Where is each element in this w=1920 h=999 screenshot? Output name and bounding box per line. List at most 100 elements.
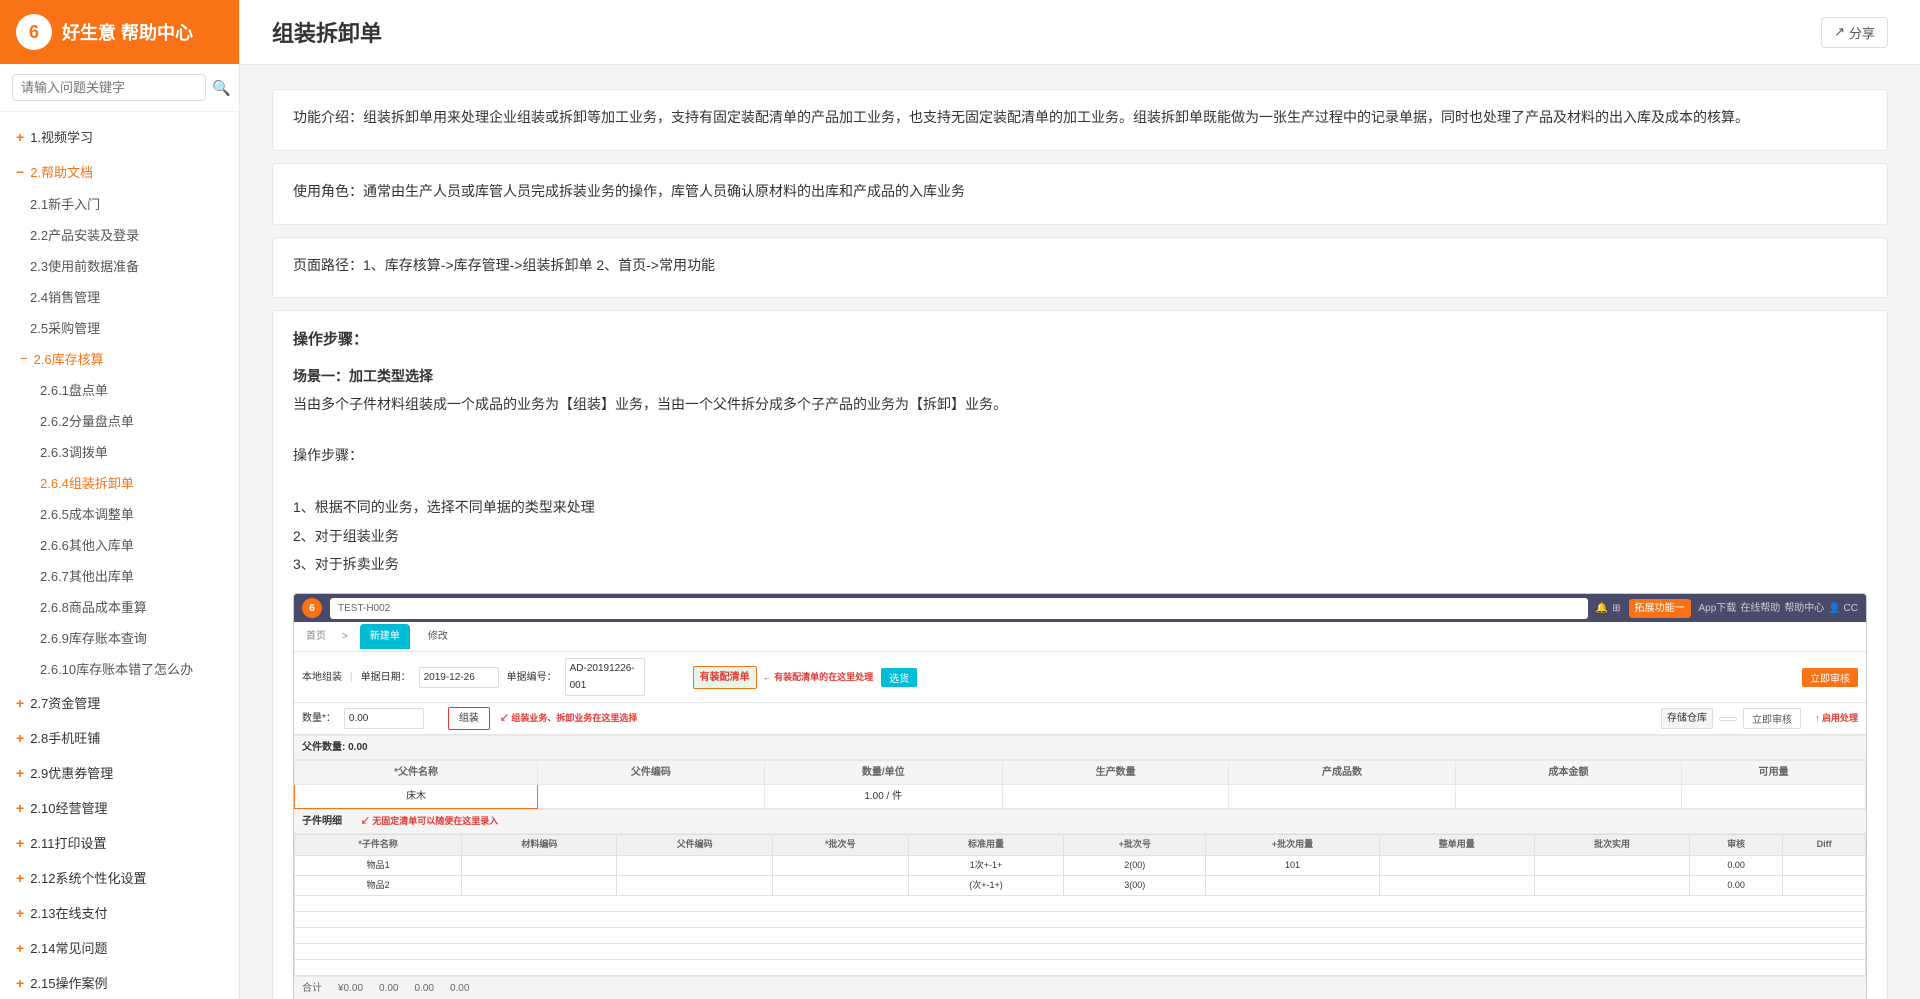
nav-section-print-header[interactable]: + 2.11打印设置 (0, 826, 239, 859)
plus-icon-settings: + (16, 870, 24, 886)
nav-section-cases-label: 2.15操作案例 (30, 973, 107, 992)
nav-section-mobile-header[interactable]: + 2.8手机旺铺 (0, 721, 239, 754)
share-button[interactable]: ↗ 分享 (1821, 17, 1888, 48)
sim-enabled-label: 存储仓库 (1661, 708, 1713, 729)
nav-section-cases-header[interactable]: + 2.15操作案例 (0, 966, 239, 999)
scene1-title: 场景一：加工类型选择 (293, 365, 1867, 389)
sim-tab-new[interactable]: 新建单 (360, 624, 410, 649)
path-text: 页面路径：1、库存核算->库存管理->组装拆卸单 2、首页->常用功能 (293, 254, 1867, 278)
sim-sub-row-3 (295, 896, 1866, 912)
sim-col-finish-qty: 产成品数 (1229, 761, 1455, 785)
nav-section-mobile-label: 2.8手机旺铺 (30, 728, 100, 747)
sim-confirm-btn[interactable]: 立即审核 (1743, 708, 1801, 729)
sim-sub-col-mat-code: 材料编码 (462, 835, 617, 855)
sim-sub-row-1: 物品1 1次+-1+ 2(00) 101 0.00 (295, 855, 1866, 875)
nav-section-finance-header[interactable]: + 2.7资金管理 (0, 686, 239, 719)
role-text: 使用角色：通常由生产人员或库管人员完成拆装业务的操作，库管人员确认原材料的出库和… (293, 180, 1867, 204)
main-content: 组装拆卸单 ↗ 分享 功能介绍：组装拆卸单用来处理企业组装或拆卸等加工业务，支持… (240, 0, 1920, 999)
sim-sub-col-diff: Diff (1783, 835, 1866, 855)
sidebar-item-stock-query[interactable]: 2.6.9库存账本查询 (10, 622, 239, 653)
sim-date-value: 2019-12-26 (419, 667, 499, 688)
nav-section-docs-label: 2.帮助文档 (30, 162, 93, 181)
nav-section-faq: + 2.14常见问题 (0, 931, 239, 964)
step3: 3、对于拆卖业务 (293, 553, 1867, 577)
sim-annotation2: ↙ 组装业务、拆卸业务在这里选择 (500, 711, 638, 726)
sim-warehouse-input[interactable] (1719, 717, 1737, 721)
steps-title: 操作步骤： (293, 327, 1867, 353)
sim-top-table: *父件名称 父件编码 数量/单位 生产数量 产成品数 成本金额 可用量 (294, 760, 1866, 809)
sim-tab-edit[interactable]: 修改 (418, 624, 458, 649)
sidebar-item-stock-error[interactable]: 2.6.10库存账本错了怎么办 (10, 653, 239, 684)
sidebar-item-partial-stocktake[interactable]: 2.6.2分量盘点单 (10, 405, 239, 436)
content-area: 功能介绍：组装拆卸单用来处理企业组装或拆卸等加工业务，支持有固定装配清单的产品加… (240, 65, 1920, 999)
sim-icon-help: 在线帮助 (1740, 600, 1780, 617)
search-input[interactable] (12, 74, 206, 101)
share-icon: ↗ (1834, 24, 1845, 40)
sidebar-item-newuser[interactable]: 2.1新手入门 (0, 188, 239, 219)
nav-section-video: + 1.视频学习 (0, 120, 239, 153)
plus-icon-mobile: + (16, 730, 24, 746)
nav-section-video-header[interactable]: + 1.视频学习 (0, 120, 239, 153)
sim-type-selector: 组装 ↙ 组装业务、拆卸业务在这里选择 (448, 707, 638, 730)
nav-section-faq-header[interactable]: + 2.14常见问题 (0, 931, 239, 964)
sim-icon-grid: ⊞ (1612, 600, 1620, 617)
sidebar-item-transfer[interactable]: 2.6.3调拨单 (10, 436, 239, 467)
sim-top-table-container: *父件名称 父件编码 数量/单位 生产数量 产成品数 成本金额 可用量 (294, 760, 1866, 809)
nav-section-faq-label: 2.14常见问题 (30, 938, 107, 957)
step1: 1、根据不同的业务，选择不同单据的类型来处理 (293, 496, 1867, 520)
sim-parent-section: 父件数量: 0.00 (294, 735, 1866, 760)
nav-subsection-inventory-header[interactable]: − 2.6库存核算 (0, 343, 239, 374)
steps-box: 操作步骤： 场景一：加工类型选择 当由多个子件材料组装成一个成品的业务为【组装】… (272, 310, 1888, 999)
sidebar: 6 好生意 帮助中心 🔍 + 1.视频学习 − 2.帮助文档 2.1新手入门 2… (0, 0, 240, 999)
sidebar-item-cost-recalc[interactable]: 2.6.8商品成本重算 (10, 591, 239, 622)
nav-section-docs-header[interactable]: − 2.帮助文档 (0, 155, 239, 188)
sidebar-nav: + 1.视频学习 − 2.帮助文档 2.1新手入门 2.2产品安装及登录 2.3… (0, 112, 239, 999)
sidebar-item-purchase[interactable]: 2.5采购管理 (0, 312, 239, 343)
plus-icon-print: + (16, 835, 24, 851)
sim-cell-avail (1682, 785, 1866, 809)
sim-approve-btn[interactable]: 立即审核 (1802, 668, 1858, 687)
nav-section-docs: − 2.帮助文档 2.1新手入门 2.2产品安装及登录 2.3使用前数据准备 2… (0, 155, 239, 684)
sim-sub-col-batch-qty: +批次用量 (1206, 835, 1379, 855)
sim-col-name: *父件名称 (295, 761, 538, 785)
sidebar-item-sales[interactable]: 2.4销售管理 (0, 281, 239, 312)
sidebar-item-install[interactable]: 2.2产品安装及登录 (0, 219, 239, 250)
sim-cell-cost (1455, 785, 1681, 809)
nav-section-coupon-header[interactable]: + 2.9优惠券管理 (0, 756, 239, 789)
sidebar-item-other-out[interactable]: 2.6.7其他出库单 (10, 560, 239, 591)
nav-section-print-label: 2.11打印设置 (30, 833, 106, 852)
nav-section-settings-header[interactable]: + 2.12系统个性化设置 (0, 861, 239, 894)
sidebar-item-other-in[interactable]: 2.6.6其他入库单 (10, 529, 239, 560)
nav-section-ops-header[interactable]: + 2.10经营管理 (0, 791, 239, 824)
nav-section-ops: + 2.10经营管理 (0, 791, 239, 824)
sidebar-item-stocktake[interactable]: 2.6.1盘点单 (10, 374, 239, 405)
logo: 6 (16, 14, 52, 50)
sim-col-cost: 成本金额 (1455, 761, 1681, 785)
nav-section-settings: + 2.12系统个性化设置 (0, 861, 239, 894)
sim-nav-home: 首页 (302, 628, 330, 645)
sim-icon-account: 帮助中心 (1784, 600, 1824, 617)
sim-top-table-row: 床木 1.00 / 件 (295, 785, 1866, 809)
search-button[interactable]: 🔍 (212, 79, 231, 97)
nav-section-print: + 2.11打印设置 (0, 826, 239, 859)
sim-col-qty: 数量/单位 (764, 761, 1002, 785)
path-box: 页面路径：1、库存核算->库存管理->组装拆卸单 2、首页->常用功能 (272, 237, 1888, 299)
sim-footer-val4: 0.00 (450, 980, 469, 997)
sim-sub-col-par-code: 父件编码 (617, 835, 772, 855)
minus-icon: − (16, 164, 24, 180)
nav-section-coupon-label: 2.9优惠券管理 (30, 763, 113, 782)
sidebar-item-assembly[interactable]: 2.6.4组装拆卸单 (10, 467, 239, 498)
sim-assembly-type[interactable]: 组装 (448, 707, 490, 730)
sim-config-area: 有装配清单 ← 有装配清单的在这里处理 (693, 666, 874, 689)
sim-top-table-header: *父件名称 父件编码 数量/单位 生产数量 产成品数 成本金额 可用量 (295, 761, 1866, 785)
sim-sub-row-2: 物品2 (次+-1+) 3(00) 0.00 (295, 875, 1866, 895)
sidebar-item-cost-adjust[interactable]: 2.6.5成本调整单 (10, 498, 239, 529)
step2: 2、对于组装业务 (293, 525, 1867, 549)
sim-qty-label: 数量*： (302, 710, 336, 727)
sim-col-code: 父件编码 (538, 761, 764, 785)
sidebar-item-data[interactable]: 2.3使用前数据准备 (0, 250, 239, 281)
sim-process-btn[interactable]: 选货 (881, 668, 917, 687)
nav-section-payment-header[interactable]: + 2.13在线支付 (0, 896, 239, 929)
sim-cell-qty: 1.00 / 件 (764, 785, 1002, 809)
nav-inventory-subitems: 2.6.1盘点单 2.6.2分量盘点单 2.6.3调拨单 2.6.4组装拆卸单 … (0, 374, 239, 684)
